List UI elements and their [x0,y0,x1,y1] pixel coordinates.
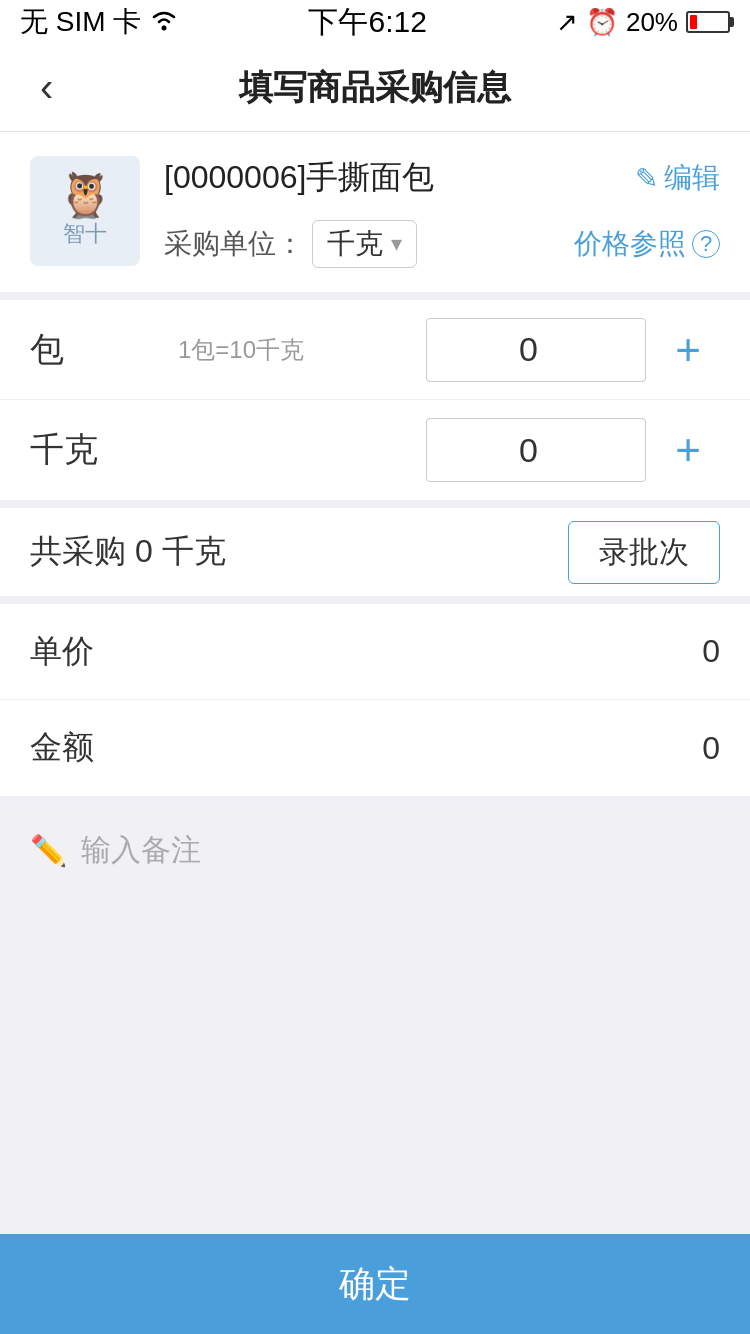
product-card: 🦉 智十 [0000006]手撕面包 ✎ 编辑 采购单位： 千克 ▾ [0,132,750,300]
nav-bar: ‹ 填写商品采购信息 [0,44,750,132]
status-time: 下午6:12 [308,2,426,43]
quantity-section: 包 1包=10千克 + 千克 + [0,300,750,508]
amount-label: 金额 [30,726,94,770]
price-ref-label: 价格参照 [574,225,686,263]
batch-button[interactable]: 录批次 [568,521,720,584]
price-reference-button[interactable]: 价格参照 ? [574,225,720,263]
product-thumb-label: 智十 [63,219,107,249]
remark-section[interactable]: ✏️ 输入备注 [0,804,750,897]
carrier-text: 无 SIM 卡 [20,3,141,41]
svg-point-0 [162,26,167,31]
summary-text: 共采购 0 千克 [30,530,226,574]
purchase-unit-label: 采购单位： [164,225,304,263]
unit-price-value: 0 [702,633,720,670]
qty-plus-kg[interactable]: + [656,418,720,482]
edit-button[interactable]: ✎ 编辑 [635,159,720,197]
quantity-row-bao: 包 1包=10千克 + [0,300,750,400]
price-section: 单价 0 金额 0 [0,604,750,804]
edit-label: 编辑 [664,159,720,197]
status-right: ↗ ⏰ 20% [556,7,730,38]
product-owl-icon: 🦉 [58,173,113,217]
qty-input-bao[interactable] [426,318,646,382]
qty-plus-bao[interactable]: + [656,318,720,382]
qty-input-kg[interactable] [426,418,646,482]
wifi-icon [149,6,179,38]
qty-label-kg: 千克 [30,427,170,473]
unit-value: 千克 [327,225,383,263]
info-icon: ? [692,230,720,258]
unit-select[interactable]: 千克 ▾ [312,220,417,268]
qty-sublabel-bao: 1包=10千克 [178,334,304,366]
chevron-down-icon: ▾ [391,231,402,257]
quantity-row-kg: 千克 + [0,400,750,500]
battery-percent: 20% [626,7,678,38]
back-button[interactable]: ‹ [30,55,63,120]
qty-label-bao: 包 [30,327,170,373]
summary-row: 共采购 0 千克 录批次 [0,508,750,604]
location-icon: ↗ [556,7,578,38]
product-info: [0000006]手撕面包 ✎ 编辑 采购单位： 千克 ▾ 价格参照 ? [164,156,720,268]
price-row-amount: 金额 0 [0,700,750,796]
product-name: [0000006]手撕面包 [164,156,434,200]
status-bar: 无 SIM 卡 下午6:12 ↗ ⏰ 20% [0,0,750,44]
edit-icon: ✎ [635,162,658,195]
confirm-button[interactable]: 确定 [0,1234,750,1334]
remark-placeholder: 输入备注 [81,830,201,871]
alarm-icon: ⏰ [586,7,618,38]
unit-price-label: 单价 [30,630,94,674]
battery-icon [686,11,730,33]
amount-value: 0 [702,730,720,767]
page-title: 填写商品采购信息 [239,65,511,111]
pencil-icon: ✏️ [30,833,67,868]
status-left: 无 SIM 卡 [20,3,179,41]
price-row-unit: 单价 0 [0,604,750,700]
product-thumbnail: 🦉 智十 [30,156,140,266]
